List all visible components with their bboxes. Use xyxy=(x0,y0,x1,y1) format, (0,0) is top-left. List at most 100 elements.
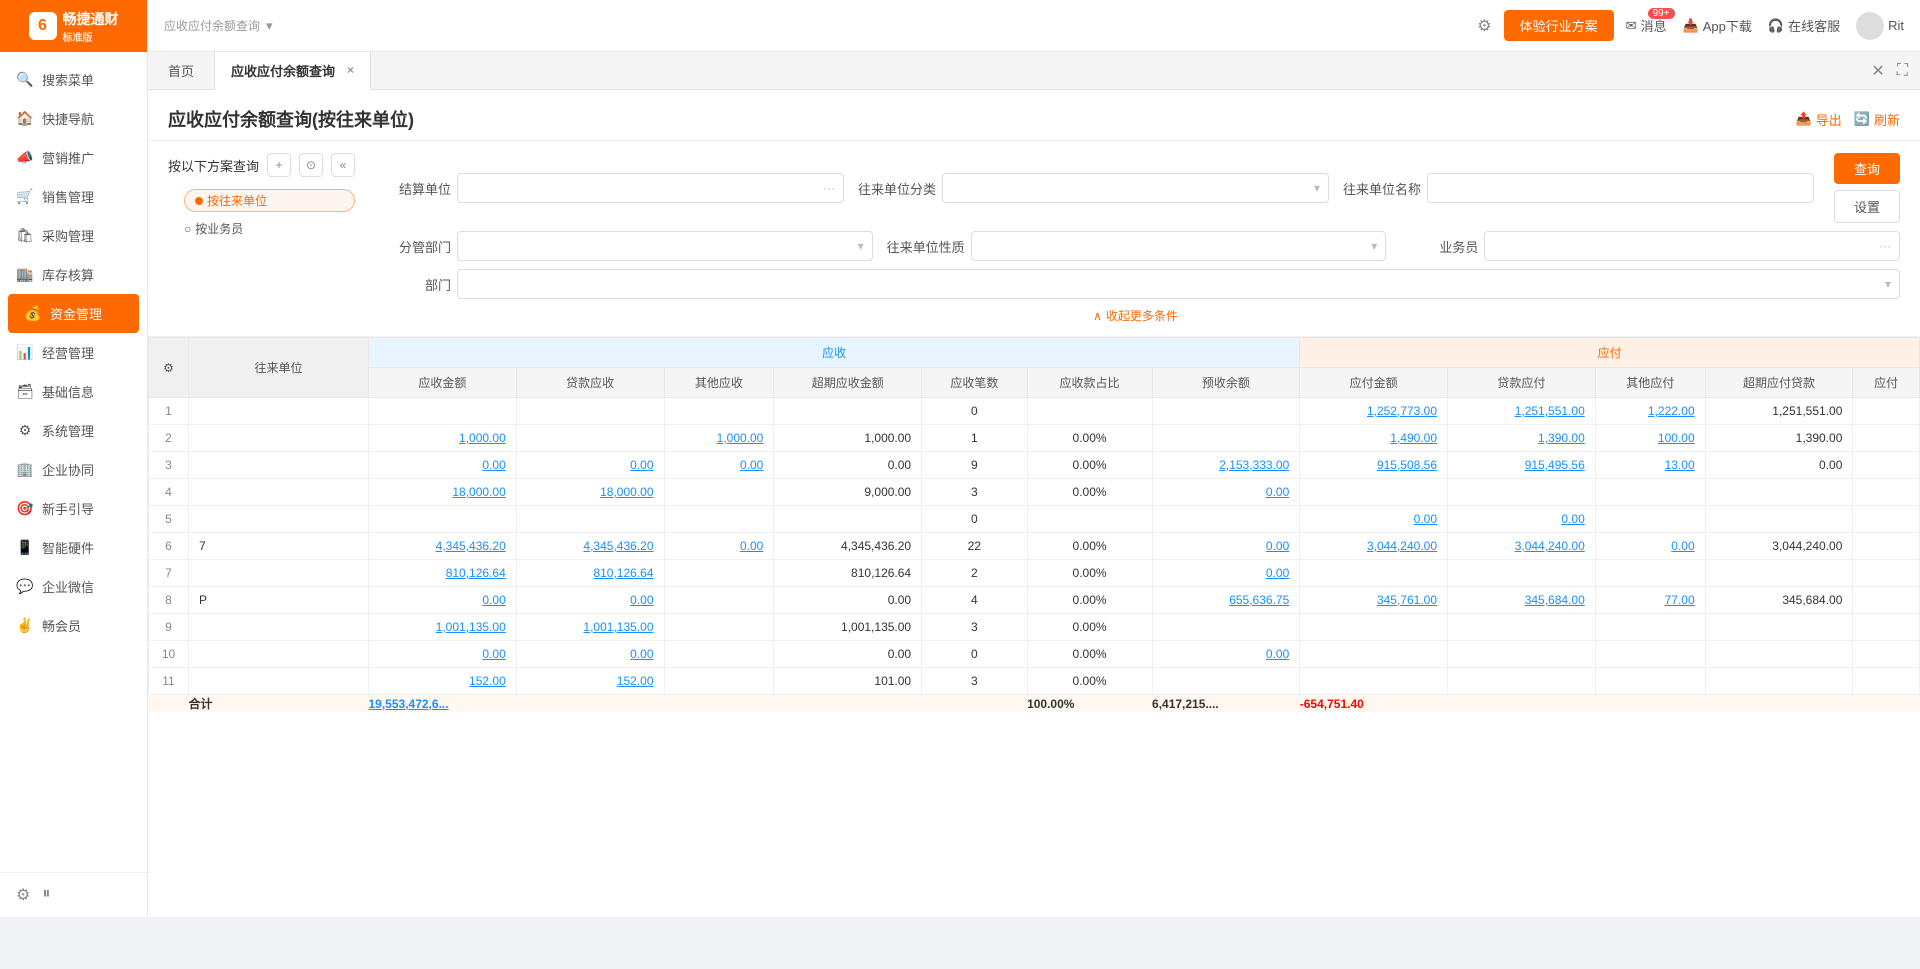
sidebar-item-inventory[interactable]: 🏬 库存核算 xyxy=(0,255,147,294)
td-ar-other[interactable] xyxy=(664,560,774,587)
td-ar[interactable]: 0.00 xyxy=(369,587,517,614)
td-ar[interactable]: 1,000.00 xyxy=(369,425,517,452)
td-ap-loan[interactable]: 3,044,240.00 xyxy=(1448,533,1596,560)
td-ap-loan[interactable]: 1,390.00 xyxy=(1448,425,1596,452)
td-ar[interactable]: 1,001,135.00 xyxy=(369,614,517,641)
sidebar-item-operations[interactable]: 📊 经营管理 xyxy=(0,333,147,372)
td-ap-loan[interactable] xyxy=(1448,668,1596,695)
td-ap[interactable] xyxy=(1300,479,1448,506)
td-ap-other[interactable]: 13.00 xyxy=(1595,452,1705,479)
td-ap-other[interactable] xyxy=(1595,641,1705,668)
tab-ar-query[interactable]: 应收应付余额查询 × xyxy=(215,52,371,90)
tab-home[interactable]: 首页 xyxy=(148,52,215,90)
td-ap-loan[interactable] xyxy=(1448,614,1596,641)
td-prepaid[interactable]: 655,636.75 xyxy=(1152,587,1300,614)
td-ar-loan[interactable]: 18,000.00 xyxy=(516,479,664,506)
td-ap-other[interactable] xyxy=(1595,479,1705,506)
promo-button[interactable]: 体验行业方案 xyxy=(1504,10,1614,41)
td-ap[interactable]: 0.00 xyxy=(1300,506,1448,533)
td-ap-other[interactable]: 1,222.00 xyxy=(1595,398,1705,425)
sidebar-item-funds[interactable]: 💰 资金管理 xyxy=(8,294,139,333)
td-ar-loan[interactable] xyxy=(516,506,664,533)
filter-input-unit-nature[interactable]: ▾ xyxy=(971,231,1387,261)
td-ap-other[interactable] xyxy=(1595,614,1705,641)
user-avatar[interactable]: Rit xyxy=(1856,12,1904,40)
td-ap[interactable] xyxy=(1300,614,1448,641)
sidebar-item-basic[interactable]: 🗃 基础信息 xyxy=(0,372,147,411)
td-ap-other[interactable] xyxy=(1595,668,1705,695)
td-prepaid[interactable] xyxy=(1152,668,1300,695)
td-ar-other[interactable]: 0.00 xyxy=(664,533,774,560)
td-ap[interactable]: 345,761.00 xyxy=(1300,587,1448,614)
td-ar[interactable]: 18,000.00 xyxy=(369,479,517,506)
export-button[interactable]: 📤 导出 xyxy=(1796,110,1842,129)
td-ar[interactable]: 810,126.64 xyxy=(369,560,517,587)
td-ap[interactable] xyxy=(1300,641,1448,668)
td-ar-loan[interactable]: 810,126.64 xyxy=(516,560,664,587)
sidebar-item-wechat[interactable]: 💬 企业微信 xyxy=(0,567,147,606)
td-ap-loan[interactable]: 1,251,551.00 xyxy=(1448,398,1596,425)
td-ap[interactable]: 1,252,773.00 xyxy=(1300,398,1448,425)
td-ap[interactable] xyxy=(1300,668,1448,695)
filter-input-dept[interactable]: ▾ xyxy=(457,269,1900,299)
td-ar-other[interactable] xyxy=(664,479,774,506)
td-ap-other[interactable] xyxy=(1595,560,1705,587)
filter-input-settlement[interactable]: ··· xyxy=(457,173,844,203)
query-button[interactable]: 查询 xyxy=(1834,153,1900,184)
td-ar-other[interactable] xyxy=(664,641,774,668)
td-prepaid[interactable]: 2,153,333.00 xyxy=(1152,452,1300,479)
td-ap-loan[interactable]: 345,684.00 xyxy=(1448,587,1596,614)
maximize-icon[interactable]: ⛶ xyxy=(1897,62,1908,80)
td-ap-loan[interactable] xyxy=(1448,560,1596,587)
filter-input-salesperson[interactable]: ··· xyxy=(1484,231,1900,261)
sidebar-item-quicknav[interactable]: 🏠 快捷导航 xyxy=(0,99,147,138)
td-ar-other[interactable] xyxy=(664,587,774,614)
td-prepaid[interactable]: 0.00 xyxy=(1152,479,1300,506)
online-service-action[interactable]: 🎧 在线客服 xyxy=(1768,16,1840,35)
td-prepaid[interactable] xyxy=(1152,506,1300,533)
tab-close-icon[interactable]: × xyxy=(347,63,354,77)
td-prepaid[interactable] xyxy=(1152,398,1300,425)
refresh-button[interactable]: 🔄 刷新 xyxy=(1854,110,1900,129)
td-ap-loan[interactable] xyxy=(1448,641,1596,668)
td-ar[interactable] xyxy=(369,398,517,425)
filter-input-unit-category[interactable]: ▾ xyxy=(942,173,1329,203)
td-ar-loan[interactable]: 0.00 xyxy=(516,641,664,668)
td-ap-other[interactable]: 77.00 xyxy=(1595,587,1705,614)
filter-view-by-unit[interactable]: 按往来单位 xyxy=(184,189,355,212)
td-ap[interactable] xyxy=(1300,560,1448,587)
td-ar-loan[interactable]: 152.00 xyxy=(516,668,664,695)
app-download-action[interactable]: 📥 App下载 xyxy=(1683,16,1752,35)
th-settings[interactable]: ⚙ xyxy=(149,338,189,398)
filter-back-btn[interactable]: « xyxy=(331,153,355,177)
sidebar-item-marketing[interactable]: 📣 营销推广 xyxy=(0,138,147,177)
filter-view-by-salesperson[interactable]: ○ 按业务员 xyxy=(184,220,355,237)
filter-target-btn[interactable]: ⊙ xyxy=(299,153,323,177)
close-window-icon[interactable]: ✕ xyxy=(1871,61,1884,81)
sidebar-item-system[interactable]: ⚙ 系统管理 xyxy=(0,411,147,450)
td-ar-other[interactable]: 1,000.00 xyxy=(664,425,774,452)
td-ar-loan[interactable]: 0.00 xyxy=(516,587,664,614)
td-ap-loan[interactable]: 915,495.56 xyxy=(1448,452,1596,479)
sidebar-item-corp[interactable]: 🏢 企业协同 xyxy=(0,450,147,489)
td-prepaid[interactable] xyxy=(1152,425,1300,452)
td-ap-other[interactable]: 0.00 xyxy=(1595,533,1705,560)
td-ar[interactable]: 0.00 xyxy=(369,641,517,668)
td-prepaid[interactable]: 0.00 xyxy=(1152,533,1300,560)
message-action[interactable]: ✉ 消息 99+ xyxy=(1626,16,1667,35)
td-ar-other[interactable] xyxy=(664,614,774,641)
td-ar-loan[interactable]: 1,001,135.00 xyxy=(516,614,664,641)
td-ap-loan[interactable] xyxy=(1448,479,1596,506)
td-ar-loan[interactable] xyxy=(516,398,664,425)
td-prepaid[interactable] xyxy=(1152,614,1300,641)
td-ar[interactable]: 4,345,436.20 xyxy=(369,533,517,560)
td-prepaid[interactable]: 0.00 xyxy=(1152,560,1300,587)
td-ar[interactable]: 0.00 xyxy=(369,452,517,479)
sidebar-item-search[interactable]: 🔍 搜索菜单 xyxy=(0,60,147,99)
td-ar-loan[interactable]: 0.00 xyxy=(516,452,664,479)
td-ar[interactable]: 152.00 xyxy=(369,668,517,695)
collapse-icon[interactable]: ⏸ xyxy=(42,885,50,905)
td-ar-other[interactable] xyxy=(664,668,774,695)
sidebar-item-guide[interactable]: 🎯 新手引导 xyxy=(0,489,147,528)
td-ap[interactable]: 3,044,240.00 xyxy=(1300,533,1448,560)
